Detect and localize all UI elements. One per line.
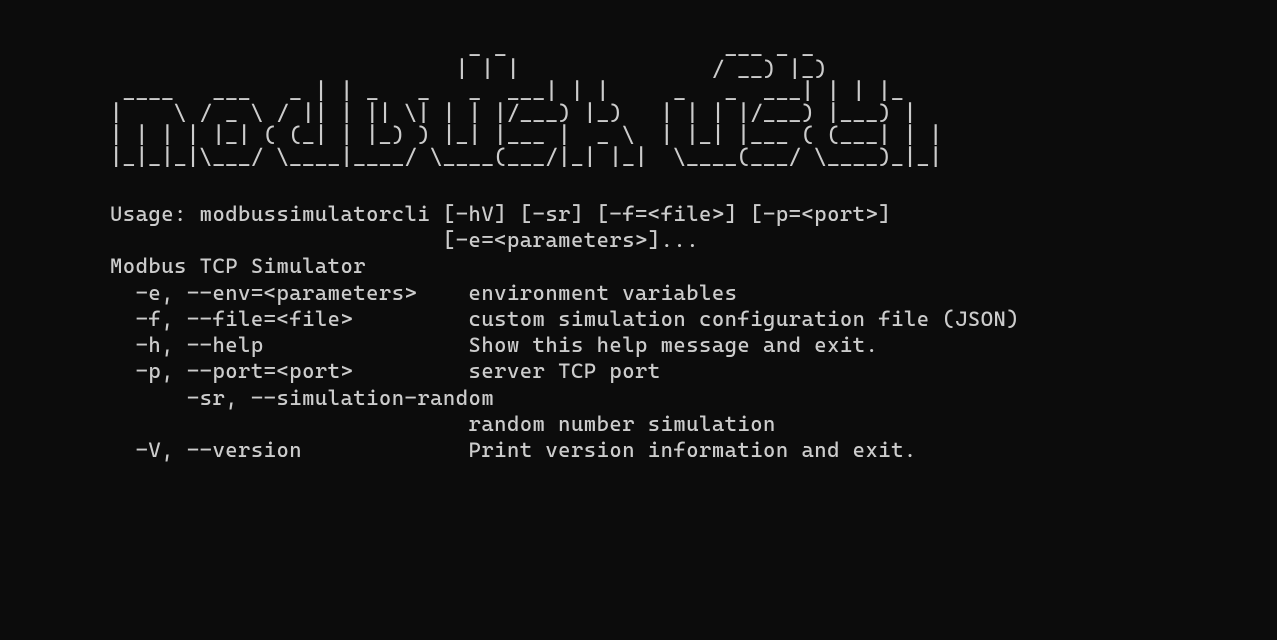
help-output: Usage: modbussimulatorcli [-hV] [-sr] [-…	[0, 195, 1277, 464]
ascii-logo: _ _ ___ _ _ | | | / __) |_) ____ ___ _ |…	[0, 26, 1277, 168]
terminal-window[interactable]: _ _ ___ _ _ | | | / __) |_) ____ ___ _ |…	[0, 0, 1277, 640]
